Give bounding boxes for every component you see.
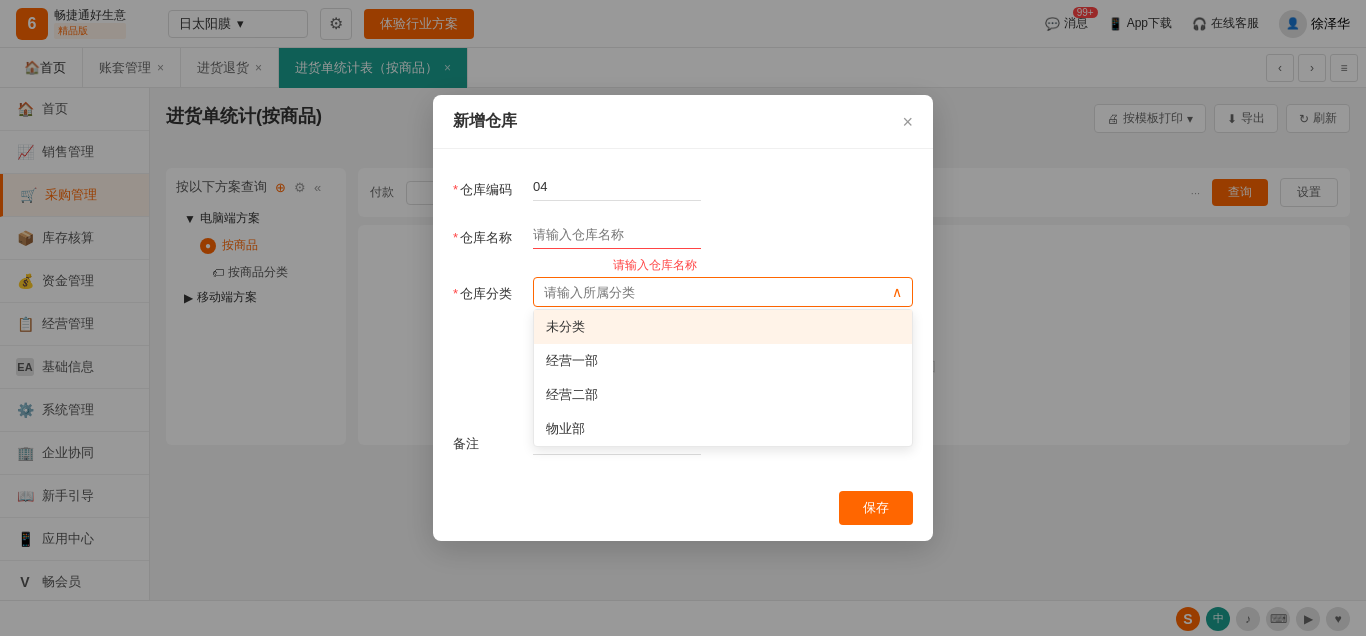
save-btn[interactable]: 保存 <box>839 491 913 525</box>
form-row-code: 仓库编码 <box>453 173 913 201</box>
category-dropdown[interactable]: ∧ <box>533 277 913 307</box>
category-dropdown-list: 未分类 经营一部 经营二部 物业部 <box>533 309 913 447</box>
name-field-wrap: 请输入仓库名称 <box>533 221 913 249</box>
code-input[interactable] <box>533 173 701 201</box>
modal-header: 新增仓库 × <box>433 95 933 149</box>
category-dropdown-arrow: ∧ <box>892 284 902 300</box>
name-input[interactable] <box>533 221 701 249</box>
name-label: 仓库名称 <box>453 221 533 247</box>
new-warehouse-modal: 新增仓库 × 仓库编码 仓库名称 请输入仓库名称 仓库分类 <box>433 95 933 541</box>
modal-close-btn[interactable]: × <box>902 113 913 131</box>
modal-footer: 保存 <box>433 475 933 541</box>
form-row-name: 仓库名称 请输入仓库名称 <box>453 221 913 249</box>
option-dept1[interactable]: 经营一部 <box>534 344 912 378</box>
option-uncategorized[interactable]: 未分类 <box>534 310 912 344</box>
option-dept2[interactable]: 经营二部 <box>534 378 912 412</box>
category-field-wrap: ∧ 未分类 经营一部 经营二部 物业部 <box>533 277 913 307</box>
category-label: 仓库分类 <box>453 277 533 303</box>
form-row-category: 仓库分类 ∧ 未分类 经营一部 经营二部 物业部 <box>453 277 913 307</box>
modal-title: 新增仓库 <box>453 111 517 132</box>
code-label: 仓库编码 <box>453 173 533 199</box>
category-input[interactable] <box>544 285 892 300</box>
code-field-wrap <box>533 173 913 201</box>
modal-overlay: 新增仓库 × 仓库编码 仓库名称 请输入仓库名称 仓库分类 <box>0 0 1366 636</box>
option-dept3[interactable]: 物业部 <box>534 412 912 446</box>
name-error-msg: 请输入仓库名称 <box>613 257 697 274</box>
note-label: 备注 <box>453 427 533 453</box>
modal-body: 仓库编码 仓库名称 请输入仓库名称 仓库分类 ∧ <box>433 149 933 455</box>
